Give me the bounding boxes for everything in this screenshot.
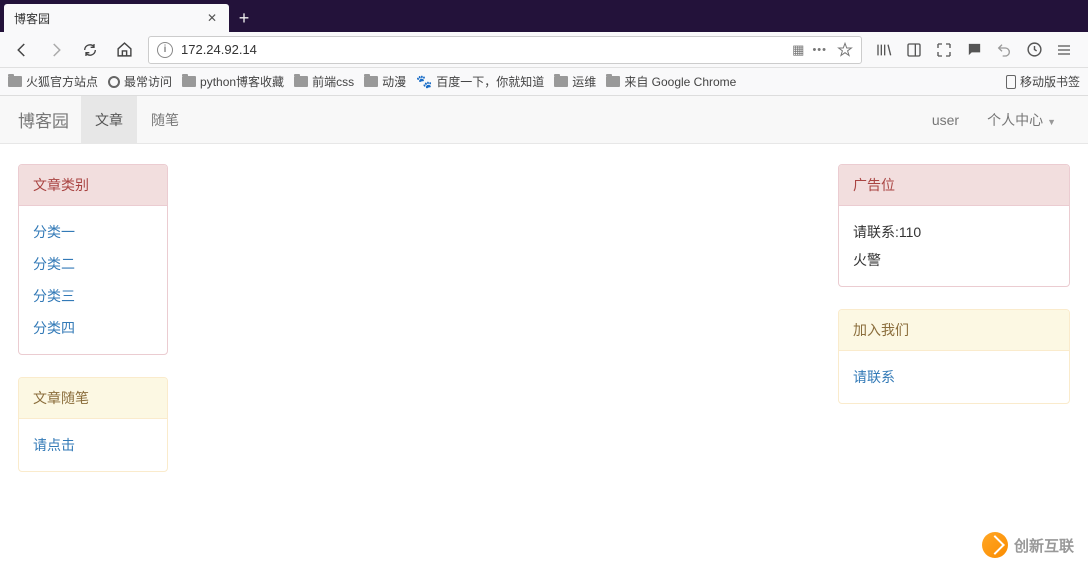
home-button[interactable] (110, 36, 138, 64)
browser-tab[interactable]: 博客园 ✕ (4, 4, 229, 32)
folder-icon (182, 76, 196, 87)
sidebar-right: 广告位 请联系:110 火警 加入我们 请联系 (838, 164, 1070, 494)
nav-articles[interactable]: 文章 (81, 96, 137, 144)
bookmark-frequent[interactable]: 最常访问 (108, 73, 172, 90)
page-container: 文章类别 分类一 分类二 分类三 分类四 文章随笔 请点击 广告位 请联系:11… (0, 144, 1088, 514)
panel-body: 请点击 (19, 419, 167, 471)
bookmark-anime[interactable]: 动漫 (364, 73, 406, 90)
url-input[interactable] (181, 42, 792, 57)
chat-icon[interactable] (964, 40, 984, 60)
star-icon[interactable] (837, 42, 853, 58)
panel-body: 请联系:110 火警 (839, 206, 1069, 286)
bookmark-mobile[interactable]: 移动版书签 (1006, 73, 1080, 90)
panel-body: 分类一 分类二 分类三 分类四 (19, 206, 167, 354)
category-link[interactable]: 分类一 (33, 222, 153, 242)
mobile-icon (1006, 75, 1016, 89)
library-icon[interactable] (874, 40, 894, 60)
join-link[interactable]: 请联系 (853, 367, 1055, 387)
page-navbar: 博客园 文章 随笔 user 个人中心▼ (0, 96, 1088, 144)
category-link[interactable]: 分类三 (33, 286, 153, 306)
ad-text: 请联系:110 (853, 222, 1055, 242)
folder-icon (554, 76, 568, 87)
bookmarks-bar: 火狐官方站点 最常访问 python博客收藏 前端css 动漫 🐾百度一下，你就… (0, 68, 1088, 96)
info-icon[interactable]: i (157, 42, 173, 58)
bookmark-ops[interactable]: 运维 (554, 73, 596, 90)
url-bar[interactable]: i ▦ ••• (148, 36, 862, 64)
panel-ads: 广告位 请联系:110 火警 (838, 164, 1070, 287)
new-tab-button[interactable]: + (229, 4, 259, 32)
tab-title: 博客园 (14, 10, 205, 27)
qr-icon[interactable]: ▦ (792, 42, 802, 58)
folder-icon (606, 76, 620, 87)
panel-heading: 文章随笔 (19, 378, 167, 419)
folder-icon (364, 76, 378, 87)
panel-heading: 广告位 (839, 165, 1069, 206)
browser-toolbar: i ▦ ••• (0, 32, 1088, 68)
chevron-down-icon: ▼ (1047, 117, 1056, 127)
more-icon[interactable]: ••• (812, 44, 827, 56)
browser-tab-strip: 博客园 ✕ + (0, 0, 1088, 32)
watermark: 创新互联 (982, 532, 1074, 558)
panel-heading: 加入我们 (839, 310, 1069, 351)
reload-button[interactable] (76, 36, 104, 64)
nav-user[interactable]: user (918, 112, 973, 128)
sidebar-icon[interactable] (904, 40, 924, 60)
clock-icon[interactable] (1024, 40, 1044, 60)
folder-icon (294, 76, 308, 87)
baidu-icon: 🐾 (416, 74, 432, 90)
back-button[interactable] (8, 36, 36, 64)
category-link[interactable]: 分类二 (33, 254, 153, 274)
bookmark-chrome[interactable]: 来自 Google Chrome (606, 73, 736, 90)
panel-body: 请联系 (839, 351, 1069, 403)
bookmark-python[interactable]: python博客收藏 (182, 73, 284, 90)
watermark-icon (982, 532, 1008, 558)
sidebar-left: 文章类别 分类一 分类二 分类三 分类四 文章随笔 请点击 (18, 164, 168, 494)
panel-heading: 文章类别 (19, 165, 167, 206)
close-icon[interactable]: ✕ (205, 11, 219, 25)
gear-icon (108, 76, 120, 88)
menu-icon[interactable] (1054, 40, 1074, 60)
category-link[interactable]: 分类四 (33, 318, 153, 338)
forward-button[interactable] (42, 36, 70, 64)
screenshot-icon[interactable] (934, 40, 954, 60)
panel-categories: 文章类别 分类一 分类二 分类三 分类四 (18, 164, 168, 355)
nav-notes[interactable]: 随笔 (137, 96, 193, 144)
folder-icon (8, 76, 22, 87)
bookmark-css[interactable]: 前端css (294, 73, 354, 90)
nav-user-center[interactable]: 个人中心▼ (973, 110, 1070, 130)
essay-link[interactable]: 请点击 (33, 435, 153, 455)
panel-join: 加入我们 请联系 (838, 309, 1070, 404)
bookmark-baidu[interactable]: 🐾百度一下，你就知道 (416, 73, 544, 90)
brand[interactable]: 博客园 (18, 107, 69, 132)
undo-icon[interactable] (994, 40, 1014, 60)
panel-essays: 文章随笔 请点击 (18, 377, 168, 472)
ad-text: 火警 (853, 250, 1055, 270)
bookmark-firefox[interactable]: 火狐官方站点 (8, 73, 98, 90)
